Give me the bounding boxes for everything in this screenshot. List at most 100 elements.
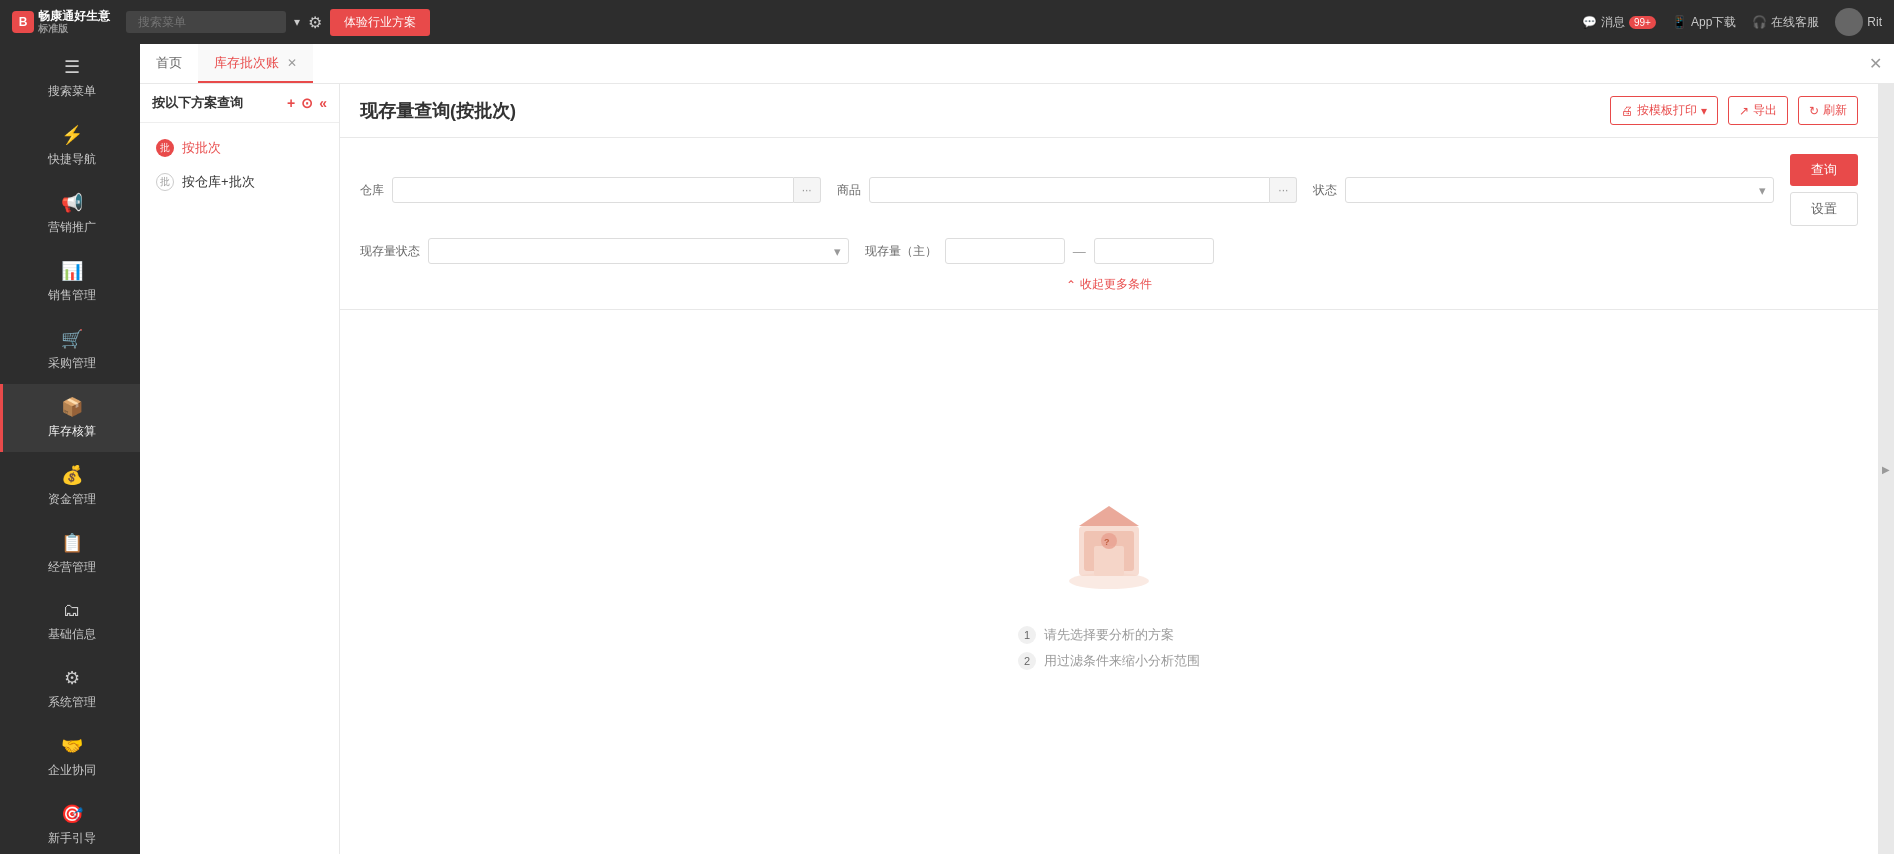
warehouse-input[interactable] [392, 177, 794, 203]
collapse-chevron-icon: ⌃ [1066, 278, 1076, 292]
tip-num-1: 1 [1018, 626, 1036, 644]
collapse-btn[interactable]: ⌃ 收起更多条件 [1066, 276, 1152, 293]
export-button[interactable]: ↗ 导出 [1728, 96, 1788, 125]
sidebar-item-basic[interactable]: 🗂 基础信息 [0, 588, 140, 655]
sidebar-label-marketing: 营销推广 [48, 219, 96, 236]
export-label: 导出 [1753, 102, 1777, 119]
sidebar-label-purchase: 采购管理 [48, 355, 96, 372]
sidebar-label-basic: 基础信息 [48, 626, 96, 643]
filter-warehouse: 仓库 ··· [360, 177, 821, 203]
app-download-item[interactable]: 📱 App下载 [1672, 14, 1736, 31]
schema-label-by-batch: 按批次 [182, 139, 221, 157]
user-item[interactable]: Rit [1835, 8, 1882, 36]
inventory-qty-min-input[interactable] [945, 238, 1065, 264]
tip-num-2: 2 [1018, 652, 1036, 670]
sidebar: ☰ 搜索菜单 ⚡ 快捷导航 📢 营销推广 📊 销售管理 🛒 采购管理 📦 库存核… [0, 44, 140, 854]
tab-inventory-batch[interactable]: 库存批次账 ✕ [198, 44, 313, 83]
main-layout: ☰ 搜索菜单 ⚡ 快捷导航 📢 营销推广 📊 销售管理 🛒 采购管理 📦 库存核… [0, 44, 1894, 854]
filter-inventory-qty: 现存量（主） — [865, 238, 1354, 264]
sidebar-label-enterprise: 企业协同 [48, 762, 96, 779]
filter-row-2: 现存量状态 ▾ 现存量（主） — [360, 238, 1858, 264]
schema-item-by-warehouse-batch[interactable]: 批 按仓库+批次 [140, 165, 339, 199]
sidebar-label-system: 系统管理 [48, 694, 96, 711]
sidebar-item-finance[interactable]: 💰 资金管理 [0, 452, 140, 520]
schema-label-by-warehouse-batch: 按仓库+批次 [182, 173, 255, 191]
refresh-button[interactable]: ↻ 刷新 [1798, 96, 1858, 125]
filter-area: 仓库 ··· 商品 ··· [340, 138, 1878, 310]
inventory-status-label: 现存量状态 [360, 243, 420, 260]
side-toggle[interactable]: ▶ [1878, 84, 1894, 854]
status-select[interactable] [1345, 177, 1774, 203]
tab-home-label: 首页 [156, 54, 182, 72]
product-more-btn[interactable]: ··· [1270, 177, 1297, 203]
tip-text-1: 请先选择要分析的方案 [1044, 626, 1174, 644]
schema-list: 批 按批次 批 按仓库+批次 [140, 123, 339, 207]
refresh-icon: ↻ [1809, 104, 1819, 118]
schema-settings-icon[interactable]: ⊙ [301, 95, 313, 111]
online-service-item[interactable]: 🎧 在线客服 [1752, 14, 1819, 31]
sidebar-item-quick-nav[interactable]: ⚡ 快捷导航 [0, 112, 140, 180]
content-area: 首页 库存批次账 ✕ ✕ 按以下方案查询 + ⊙ « [140, 44, 1894, 854]
empty-tip-1: 1 请先选择要分析的方案 [1018, 626, 1200, 644]
collapse-label: 收起更多条件 [1080, 276, 1152, 293]
search-input[interactable] [126, 11, 286, 33]
schema-add-icon[interactable]: + [287, 95, 295, 111]
inventory-status-select[interactable] [428, 238, 849, 264]
main-content: 现存量查询(按批次) 🖨 按模板打印 ▾ ↗ 导出 ↻ [340, 84, 1878, 854]
sidebar-item-purchase[interactable]: 🛒 采购管理 [0, 316, 140, 384]
schema-header-actions: + ⊙ « [287, 95, 327, 111]
schema-collapse-icon[interactable]: « [319, 95, 327, 111]
settings-filter-button[interactable]: 设置 [1790, 192, 1858, 226]
topbar-right: 💬 消息 99+ 📱 App下载 🎧 在线客服 Rit [1582, 8, 1882, 36]
app-download-icon: 📱 [1672, 15, 1687, 29]
empty-illustration: ? [1049, 486, 1169, 606]
sidebar-item-inventory[interactable]: 📦 库存核算 [0, 384, 140, 452]
messages-label: 消息 [1601, 14, 1625, 31]
user-name: Rit [1867, 15, 1882, 29]
print-icon: 🖨 [1621, 104, 1633, 118]
sidebar-item-sales[interactable]: 📊 销售管理 [0, 248, 140, 316]
tab-close-icon[interactable]: ✕ [287, 56, 297, 70]
filter-product: 商品 ··· [837, 177, 1298, 203]
empty-state: ? 1 请先选择要分析的方案 2 用过滤条件来缩小分析范围 [340, 310, 1878, 854]
template-print-label: 按模板打印 [1637, 102, 1697, 119]
schema-icon-by-batch: 批 [156, 139, 174, 157]
query-button[interactable]: 查询 [1790, 154, 1858, 186]
tab-bar: 首页 库存批次账 ✕ ✕ [140, 44, 1894, 84]
panel-close-btn[interactable]: ✕ [1857, 54, 1894, 73]
trial-button[interactable]: 体验行业方案 [330, 9, 430, 36]
filter-row-1: 仓库 ··· 商品 ··· [360, 154, 1858, 226]
sidebar-label-operations: 经营管理 [48, 559, 96, 576]
system-icon: ⚙ [64, 667, 80, 689]
sidebar-item-guide[interactable]: 🎯 新手引导 [0, 791, 140, 854]
inventory-qty-max-input[interactable] [1094, 238, 1214, 264]
page-title: 现存量查询(按批次) [360, 99, 516, 123]
empty-tip-2: 2 用过滤条件来缩小分析范围 [1018, 652, 1200, 670]
operations-icon: 📋 [61, 532, 83, 554]
sidebar-item-search[interactable]: ☰ 搜索菜单 [0, 44, 140, 112]
schema-item-by-batch[interactable]: 批 按批次 [140, 131, 339, 165]
messages-item[interactable]: 💬 消息 99+ [1582, 14, 1656, 31]
sidebar-item-operations[interactable]: 📋 经营管理 [0, 520, 140, 588]
sidebar-item-marketing[interactable]: 📢 营销推广 [0, 180, 140, 248]
schema-icon-by-warehouse-batch: 批 [156, 173, 174, 191]
warehouse-label: 仓库 [360, 182, 384, 199]
tab-home[interactable]: 首页 [140, 44, 198, 83]
sidebar-label-guide: 新手引导 [48, 830, 96, 847]
warehouse-more-btn[interactable]: ··· [794, 177, 821, 203]
product-label: 商品 [837, 182, 861, 199]
sidebar-item-enterprise[interactable]: 🤝 企业协同 [0, 723, 140, 791]
sidebar-item-system[interactable]: ⚙ 系统管理 [0, 655, 140, 723]
template-print-button[interactable]: 🖨 按模板打印 ▾ [1610, 96, 1718, 125]
product-input[interactable] [869, 177, 1271, 203]
settings-icon[interactable]: ⚙ [308, 13, 322, 32]
search-dropdown[interactable]: ▾ [294, 15, 300, 29]
online-service-label: 在线客服 [1771, 14, 1819, 31]
finance-icon: 💰 [61, 464, 83, 486]
print-dropdown-icon[interactable]: ▾ [1701, 104, 1707, 118]
empty-tips: 1 请先选择要分析的方案 2 用过滤条件来缩小分析范围 [1018, 626, 1200, 678]
message-icon: 💬 [1582, 15, 1597, 29]
action-buttons: 查询 设置 [1790, 154, 1858, 226]
page-header: 现存量查询(按批次) 🖨 按模板打印 ▾ ↗ 导出 ↻ [340, 84, 1878, 138]
online-service-icon: 🎧 [1752, 15, 1767, 29]
